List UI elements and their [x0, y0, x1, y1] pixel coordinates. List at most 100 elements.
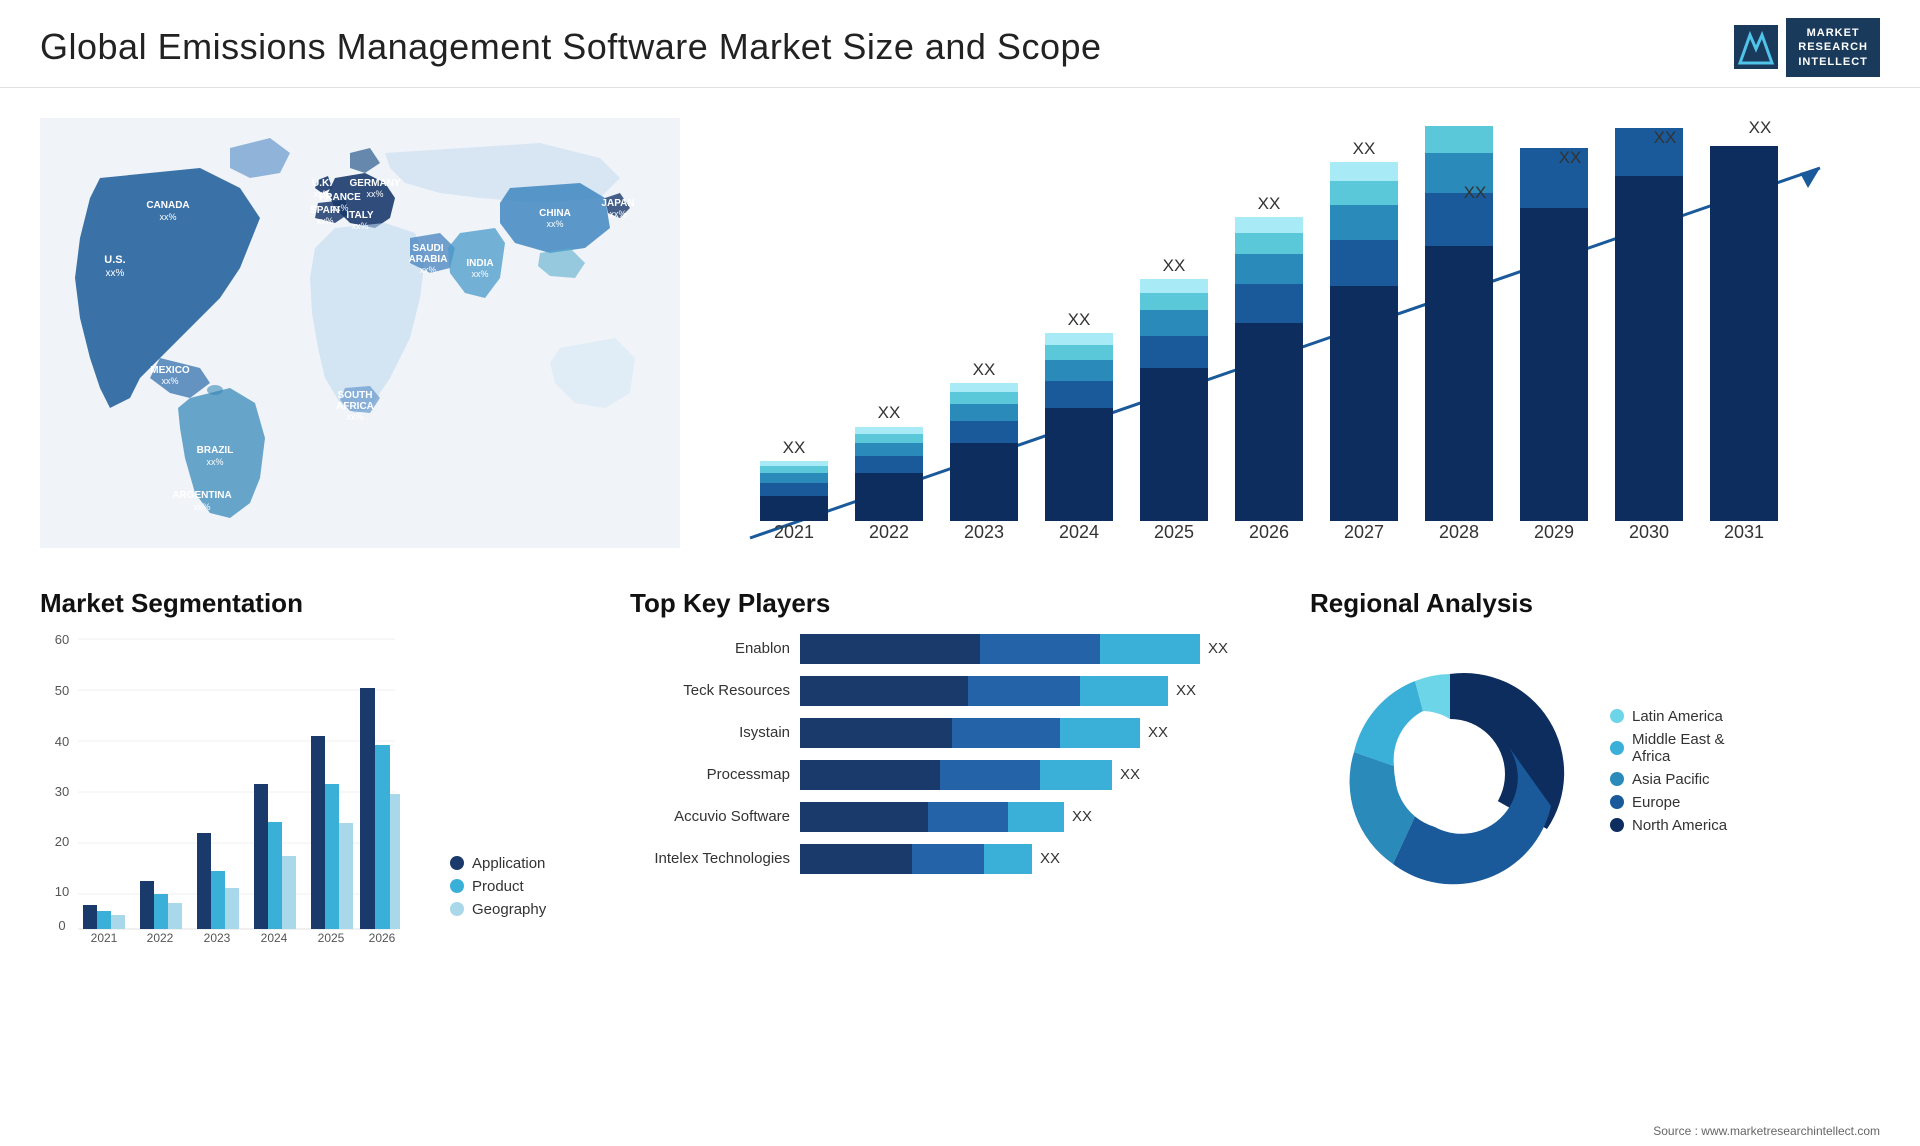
- legend-asia-pacific-dot: [1610, 772, 1624, 786]
- svg-text:2029: 2029: [1534, 522, 1574, 542]
- player-bar-seg2: [968, 676, 1080, 706]
- svg-text:2022: 2022: [147, 931, 174, 944]
- legend-application-dot: [450, 856, 464, 870]
- player-bar-seg3: [1080, 676, 1168, 706]
- svg-text:2031: 2031: [1724, 522, 1764, 542]
- legend-geography-label: Geography: [472, 901, 546, 918]
- svg-text:xx%: xx%: [193, 502, 210, 512]
- player-value: XX: [1176, 682, 1196, 699]
- svg-text:2026: 2026: [369, 931, 396, 944]
- svg-text:JAPAN: JAPAN: [601, 198, 634, 209]
- svg-text:xx%: xx%: [366, 189, 383, 199]
- svg-text:xx%: xx%: [159, 212, 176, 222]
- svg-text:50: 50: [55, 683, 69, 698]
- svg-text:2021: 2021: [91, 931, 118, 944]
- player-bar-seg3: [1040, 760, 1112, 790]
- svg-text:2027: 2027: [1344, 522, 1384, 542]
- svg-text:xx%: xx%: [206, 457, 223, 467]
- svg-text:XX: XX: [1258, 194, 1281, 213]
- svg-text:10: 10: [55, 884, 69, 899]
- svg-text:2023: 2023: [964, 522, 1004, 542]
- regional-legend: Latin America Middle East & Africa Asia …: [1610, 708, 1727, 840]
- legend-product-dot: [450, 879, 464, 893]
- source-text: Source : www.marketresearchintellect.com: [1653, 1124, 1880, 1138]
- legend-latin-america-label: Latin America: [1632, 708, 1723, 725]
- svg-text:XX: XX: [783, 438, 806, 457]
- player-row: Enablon XX: [630, 634, 1280, 664]
- player-value: XX: [1072, 808, 1092, 825]
- svg-text:BRAZIL: BRAZIL: [197, 445, 234, 456]
- segmentation-chart-svg: 60 50 40 30 20 10 0: [40, 634, 400, 944]
- player-row: Processmap XX: [630, 760, 1280, 790]
- key-players-title: Top Key Players: [630, 588, 1280, 619]
- segmentation-section: Market Segmentation 60 50 40 30 20 10 0: [40, 588, 600, 998]
- svg-text:xx%: xx%: [351, 221, 368, 231]
- svg-text:xx%: xx%: [419, 265, 436, 275]
- svg-text:2026: 2026: [1249, 522, 1289, 542]
- player-name: Isystain: [630, 724, 790, 741]
- player-bar-seg3: [1100, 634, 1200, 664]
- regional-section: Regional Analysis: [1310, 588, 1880, 998]
- regional-donut-chart: [1310, 634, 1590, 914]
- player-bar-seg1: [800, 676, 968, 706]
- key-players-section: Top Key Players Enablon XX Teck Resource…: [630, 588, 1280, 998]
- player-bar-seg3: [1008, 802, 1064, 832]
- player-bar-seg3: [1060, 718, 1140, 748]
- svg-text:xx%: xx%: [471, 269, 488, 279]
- svg-text:xx%: xx%: [546, 219, 563, 229]
- player-name: Enablon: [630, 640, 790, 657]
- legend-mea-dot: [1610, 741, 1624, 755]
- header: Global Emissions Management Software Mar…: [0, 0, 1920, 88]
- svg-text:INDIA: INDIA: [466, 258, 493, 269]
- svg-text:AFRICA: AFRICA: [336, 401, 374, 412]
- player-row: Accuvio Software XX: [630, 802, 1280, 832]
- svg-text:XX: XX: [1068, 310, 1091, 329]
- legend-asia-pacific: Asia Pacific: [1610, 771, 1727, 788]
- player-bar-seg2: [980, 634, 1100, 664]
- svg-text:2023: 2023: [204, 931, 231, 944]
- player-row: Teck Resources XX: [630, 676, 1280, 706]
- player-bar-seg2: [912, 844, 984, 874]
- legend-north-america-dot: [1610, 818, 1624, 832]
- page-title: Global Emissions Management Software Mar…: [40, 26, 1102, 68]
- player-bar-seg2: [952, 718, 1060, 748]
- svg-text:2025: 2025: [318, 931, 345, 944]
- growth-chart-section: 2021 XX 2022 XX 2023 XX 2024: [680, 98, 1920, 588]
- svg-text:GERMANY: GERMANY: [349, 178, 400, 189]
- svg-text:ITALY: ITALY: [346, 210, 374, 221]
- player-row: Intelex Technologies XX: [630, 844, 1280, 874]
- legend-europe-label: Europe: [1632, 794, 1680, 811]
- segmentation-title: Market Segmentation: [40, 588, 600, 619]
- svg-text:MEXICO: MEXICO: [150, 365, 190, 376]
- svg-text:2028: 2028: [1439, 522, 1479, 542]
- player-value: XX: [1120, 766, 1140, 783]
- svg-text:2021: 2021: [774, 522, 814, 542]
- svg-text:SAUDI: SAUDI: [412, 243, 443, 254]
- svg-text:40: 40: [55, 734, 69, 749]
- legend-product-label: Product: [472, 878, 524, 895]
- legend-application: Application: [450, 855, 600, 872]
- player-bar-seg1: [800, 718, 952, 748]
- svg-text:2030: 2030: [1629, 522, 1669, 542]
- svg-text:CANADA: CANADA: [146, 200, 189, 211]
- player-bar-seg2: [940, 760, 1040, 790]
- legend-mea-label-line2: Africa: [1632, 748, 1725, 765]
- legend-application-label: Application: [472, 855, 545, 872]
- svg-text:XX: XX: [1654, 128, 1677, 147]
- svg-text:30: 30: [55, 784, 69, 799]
- growth-chart-svg: 2021 XX 2022 XX 2023 XX 2024: [700, 118, 1880, 598]
- player-bar-seg1: [800, 760, 940, 790]
- svg-text:xx%: xx%: [346, 412, 363, 422]
- svg-text:xx%: xx%: [161, 376, 178, 386]
- legend-mea-label-line1: Middle East &: [1632, 731, 1725, 748]
- legend-latin-america-dot: [1610, 709, 1624, 723]
- player-bar-seg1: [800, 634, 980, 664]
- svg-text:U.K.: U.K.: [312, 178, 332, 189]
- player-bar-seg3: [984, 844, 1032, 874]
- player-name: Accuvio Software: [630, 808, 790, 825]
- player-value: XX: [1208, 640, 1228, 657]
- world-map-svg: U.S. xx% CANADA xx% MEXICO xx% BRAZIL xx…: [40, 118, 680, 548]
- legend-latin-america: Latin America: [1610, 708, 1727, 725]
- svg-text:2025: 2025: [1154, 522, 1194, 542]
- svg-text:2024: 2024: [1059, 522, 1099, 542]
